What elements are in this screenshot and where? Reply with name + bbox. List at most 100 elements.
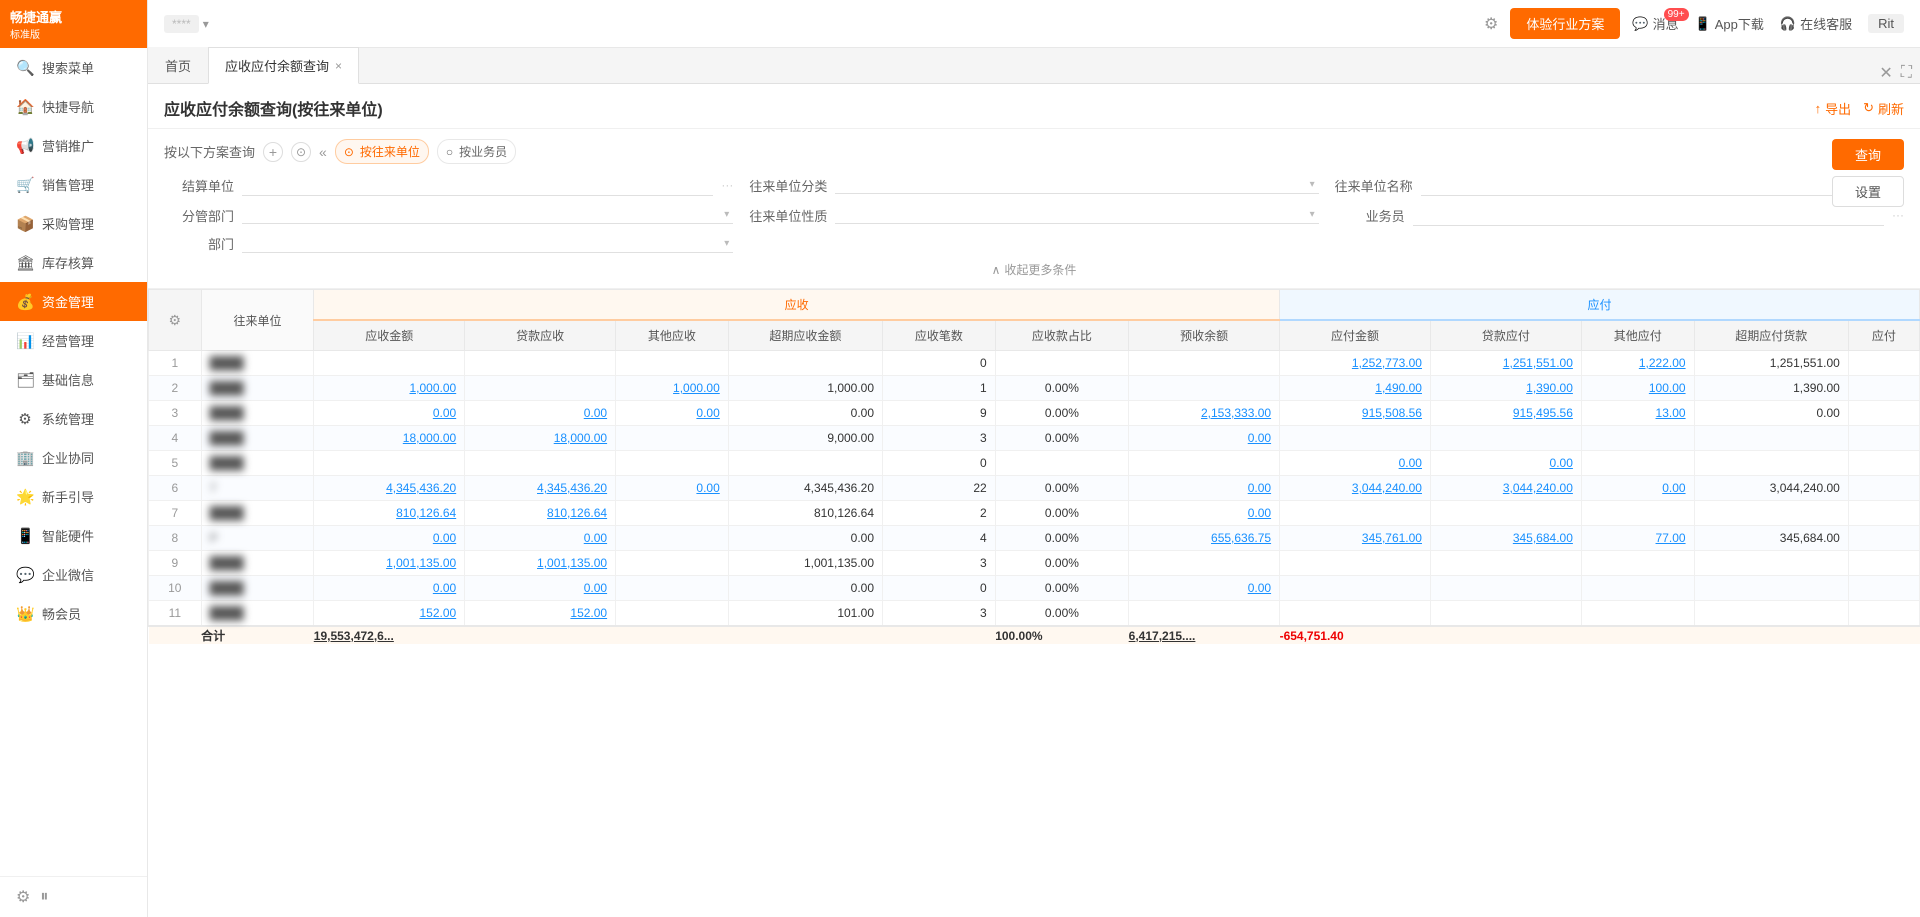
sidebar-item-basic[interactable]: 🗂 基础信息 [0, 360, 147, 399]
table-cell[interactable]: 4,345,436.20 [465, 476, 616, 501]
sidebar-item-enterprise[interactable]: 🏢 企业协同 [0, 438, 147, 477]
table-cell[interactable]: 345,761.00 [1280, 526, 1431, 551]
sidebar-item-member[interactable]: 👑 畅会员 [0, 594, 147, 633]
table-cell[interactable]: 1,000.00 [616, 376, 729, 401]
table-cell[interactable]: 1,001,135.00 [465, 551, 616, 576]
sidebar-item-guide[interactable]: 🌟 新手引导 [0, 477, 147, 516]
breadcrumb-text: **** [164, 15, 199, 33]
filter-scheme-by-staff[interactable]: ○ 按业务员 [437, 139, 516, 164]
table-cell[interactable]: 0.00 [1129, 476, 1280, 501]
table-cell[interactable]: 0.00 [465, 576, 616, 601]
table-cell[interactable]: 0.00 [314, 576, 465, 601]
topbar-msg[interactable]: 💬 消息 99+ [1632, 14, 1678, 33]
table-row: 5████00.000.00 [149, 451, 1920, 476]
table-settings-icon[interactable]: ⚙ [169, 312, 182, 328]
table-cell[interactable]: 810,126.64 [314, 501, 465, 526]
table-cell[interactable]: 1,000.00 [314, 376, 465, 401]
footer-ar-amount[interactable]: 19,553,472,6... [314, 626, 465, 644]
table-cell[interactable]: 915,508.56 [1280, 401, 1431, 426]
sidebar-item-search[interactable]: 🔍 搜索菜单 [0, 48, 147, 87]
expand-window-icon[interactable]: ⛶ [1901, 64, 1912, 82]
table-cell[interactable]: 1,001,135.00 [314, 551, 465, 576]
topbar-user[interactable]: Rit [1868, 14, 1904, 33]
table-cell[interactable]: 345,684.00 [1430, 526, 1581, 551]
unit-nature-select[interactable]: ▾ [835, 206, 1318, 224]
table-cell[interactable]: 0.00 [1129, 576, 1280, 601]
sidebar-item-quicknav[interactable]: 🏠 快捷导航 [0, 87, 147, 126]
table-cell[interactable]: 3,044,240.00 [1430, 476, 1581, 501]
table-cell[interactable]: 0.00 [616, 401, 729, 426]
table-cell [314, 451, 465, 476]
table-cell[interactable]: 18,000.00 [314, 426, 465, 451]
table-cell[interactable]: 13.00 [1581, 401, 1694, 426]
table-cell[interactable]: 1,251,551.00 [1430, 351, 1581, 376]
tab-home[interactable]: 首页 [148, 47, 208, 83]
footer-ar-advance[interactable]: 6,417,215.... [1129, 626, 1280, 644]
table-cell[interactable]: 77.00 [1581, 526, 1694, 551]
table-container[interactable]: ⚙ 往来单位 应收 应付 应收金额 贷款应收 其他应收 超期应收金额 应收笔数 … [148, 289, 1920, 917]
sidebar-item-sales[interactable]: 🛒 销售管理 [0, 165, 147, 204]
table-cell[interactable]: 100.00 [1581, 376, 1694, 401]
close-window-icon[interactable]: ✕ [1879, 63, 1892, 83]
table-cell[interactable]: 0.00 [1129, 426, 1280, 451]
table-cell[interactable]: 0.00 [465, 526, 616, 551]
table-cell[interactable]: 152.00 [465, 601, 616, 627]
sidebar-item-purchase[interactable]: 📦 采购管理 [0, 204, 147, 243]
table-cell[interactable]: 1,390.00 [1430, 376, 1581, 401]
table-cell[interactable]: 2,153,333.00 [1129, 401, 1280, 426]
filter-scheme-button[interactable]: ⊙ [291, 142, 311, 162]
breadcrumb-chevron[interactable]: ▾ [203, 17, 209, 31]
table-cell[interactable]: 1,222.00 [1581, 351, 1694, 376]
table-cell [1848, 376, 1919, 401]
filter-scheme-by-unit[interactable]: ⊙ 按往来单位 [335, 139, 429, 164]
scheme-button[interactable]: 体验行业方案 [1510, 8, 1620, 39]
table-cell[interactable]: 4,345,436.20 [314, 476, 465, 501]
filter-collapse-icon[interactable]: « [319, 144, 327, 160]
table-cell[interactable]: 810,126.64 [465, 501, 616, 526]
sidebar-item-operations[interactable]: 📊 经营管理 [0, 321, 147, 360]
table-cell[interactable]: 0.00 [1581, 476, 1694, 501]
table-cell[interactable]: 18,000.00 [465, 426, 616, 451]
home-icon: 🏠 [16, 98, 34, 116]
table-cell[interactable]: 0.00 [314, 526, 465, 551]
sidebar-item-hardware[interactable]: 📱 智能硬件 [0, 516, 147, 555]
table-cell[interactable]: 0.00 [465, 401, 616, 426]
tab-close-icon[interactable]: × [335, 59, 342, 73]
table-cell[interactable]: 0.00 [1129, 501, 1280, 526]
settlement-unit-input[interactable] [242, 174, 713, 196]
topbar-app[interactable]: 📱 App下载 [1695, 14, 1764, 33]
table-cell[interactable]: 1,252,773.00 [1280, 351, 1431, 376]
table-cell[interactable]: 0.00 [1430, 451, 1581, 476]
sidebar-item-wechat[interactable]: 💬 企业微信 [0, 555, 147, 594]
filter-add-button[interactable]: + [263, 142, 283, 162]
table-cell[interactable]: 655,636.75 [1129, 526, 1280, 551]
collapse-footer-icon[interactable]: ⏸ [40, 888, 48, 906]
topbar-gear-icon[interactable]: ⚙ [1484, 14, 1498, 34]
collapse-more-button[interactable]: ∧ 收起更多条件 [992, 261, 1077, 278]
refresh-button[interactable]: ↻ 刷新 [1863, 99, 1904, 118]
dept-manage-select[interactable]: ▾ [242, 206, 733, 224]
sidebar-item-system[interactable]: ⚙ 系统管理 [0, 399, 147, 438]
table-cell[interactable]: 1,490.00 [1280, 376, 1431, 401]
table-cell[interactable]: 915,495.56 [1430, 401, 1581, 426]
sidebar-item-inventory[interactable]: 🏛 库存核算 [0, 243, 147, 282]
table-cell[interactable]: 152.00 [314, 601, 465, 627]
table-cell[interactable]: 0.00 [314, 401, 465, 426]
salesman-input[interactable] [1413, 204, 1884, 226]
table-cell[interactable]: 0.00 [1280, 451, 1431, 476]
th-settings[interactable]: ⚙ [149, 290, 202, 351]
tab-arbalance[interactable]: 应收应付余额查询 × [208, 47, 359, 84]
salesman-dots-icon[interactable]: ··· [1892, 208, 1904, 222]
sidebar-item-marketing[interactable]: 📢 营销推广 [0, 126, 147, 165]
table-cell[interactable]: 0.00 [616, 476, 729, 501]
table-cell[interactable]: 3,044,240.00 [1280, 476, 1431, 501]
export-button[interactable]: ↑ 导出 [1815, 99, 1852, 118]
settings-footer-icon[interactable]: ⚙ [16, 887, 30, 907]
topbar-service[interactable]: 🎧 在线客服 [1780, 14, 1852, 33]
set-button[interactable]: 设置 [1832, 176, 1904, 207]
query-button[interactable]: 查询 [1832, 139, 1904, 170]
settlement-dots-icon[interactable]: ··· [721, 178, 733, 192]
dept-select[interactable]: ▾ [242, 235, 733, 253]
unit-category-select[interactable]: ▾ [835, 176, 1318, 194]
sidebar-item-finance[interactable]: 💰 资金管理 [0, 282, 147, 321]
